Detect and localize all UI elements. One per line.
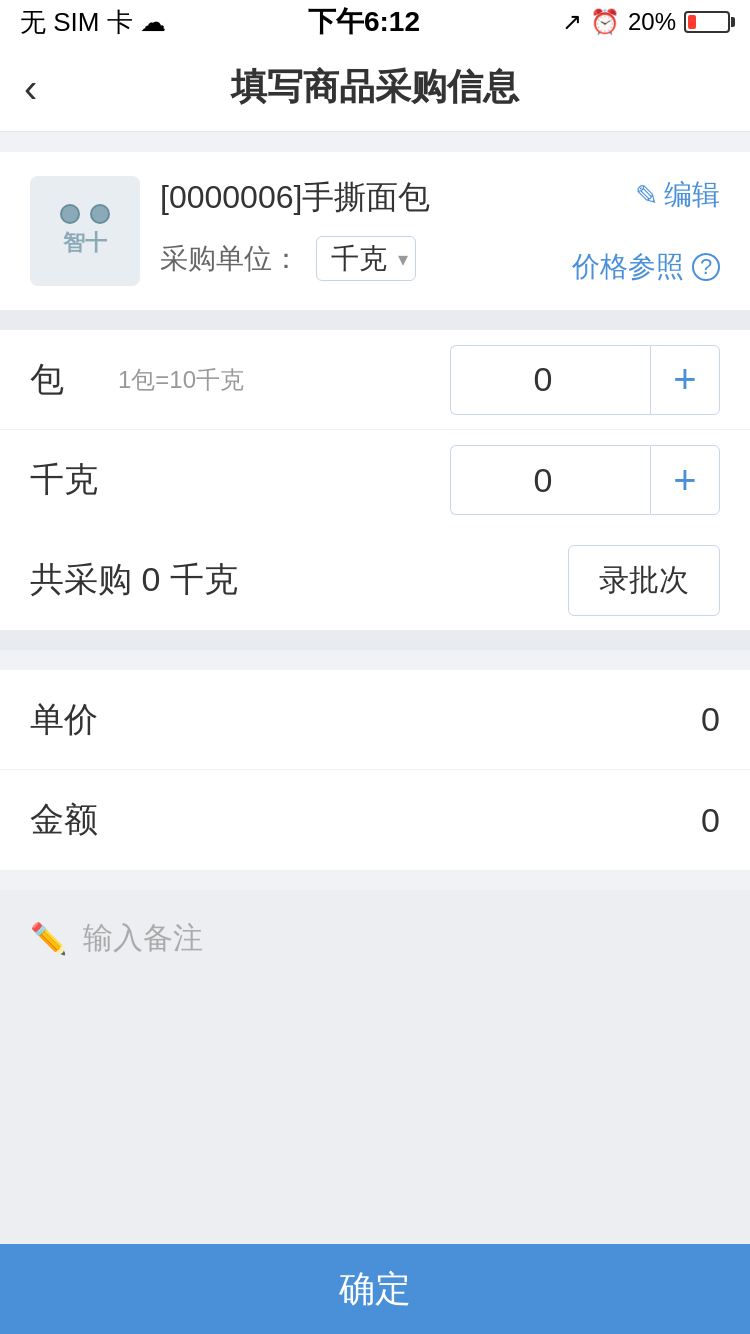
battery-icon	[684, 11, 730, 33]
confirm-label: 确定	[339, 1265, 411, 1314]
owl-eye-left	[60, 204, 80, 224]
summary-text: 共采购 0 千克	[30, 557, 238, 603]
qty-kg-input[interactable]	[450, 445, 650, 515]
amount-row: 金额 0	[0, 770, 750, 870]
location-icon: ↗	[562, 8, 582, 36]
quantity-section: 包 1包=10千克 + 千克 +	[0, 330, 750, 530]
summary-row: 共采购 0 千克 录批次	[0, 530, 750, 630]
note-placeholder: 输入备注	[83, 918, 203, 959]
note-section[interactable]: ✏️ 输入备注	[0, 890, 750, 987]
edit-icon: ✎	[635, 179, 658, 212]
pencil-icon: ✏️	[30, 921, 67, 956]
alarm-icon: ⏰	[590, 8, 620, 36]
price-label: 单价	[30, 697, 98, 743]
help-icon: ?	[692, 253, 720, 281]
status-bar: 无 SIM 卡 ☁ 下午6:12 ↗ ⏰ 20%	[0, 0, 750, 44]
unit-label: 采购单位：	[160, 240, 300, 278]
product-logo: 智十	[45, 191, 125, 271]
sim-status: 无 SIM 卡 ☁	[20, 5, 166, 40]
page-title: 填写商品采购信息	[231, 63, 519, 112]
qty-kg-wrapper: +	[450, 445, 720, 515]
sublabel-bao: 1包=10千克	[118, 364, 244, 396]
owl-eye-right	[90, 204, 110, 224]
status-time: 下午6:12	[308, 3, 420, 41]
logo-text: 智十	[63, 228, 107, 258]
edit-button[interactable]: ✎ 编辑	[635, 176, 720, 214]
amount-label: 金额	[30, 797, 98, 843]
price-value: 0	[701, 700, 720, 739]
batch-button[interactable]: 录批次	[568, 545, 720, 616]
amount-value: 0	[701, 801, 720, 840]
price-ref-button[interactable]: 价格参照 ?	[572, 248, 720, 286]
quantity-row-bao: 包 1包=10千克 +	[0, 330, 750, 430]
qty-bao-plus[interactable]: +	[650, 345, 720, 415]
section-divider-1	[0, 310, 750, 330]
nav-bar: ‹ 填写商品采购信息	[0, 44, 750, 132]
status-right: ↗ ⏰ 20%	[562, 8, 730, 36]
content-area	[0, 987, 750, 1287]
qty-kg-plus[interactable]: +	[650, 445, 720, 515]
confirm-button[interactable]: 确定	[0, 1244, 750, 1334]
price-row: 单价 0	[0, 670, 750, 770]
unit-select[interactable]: 千克 包	[316, 236, 416, 281]
unit-select-wrapper[interactable]: 千克 包	[316, 236, 416, 281]
product-thumbnail: 智十	[30, 176, 140, 286]
qty-bao-wrapper: +	[450, 345, 720, 415]
back-button[interactable]: ‹	[24, 68, 37, 108]
battery-percent: 20%	[628, 8, 676, 36]
quantity-row-kg: 千克 +	[0, 430, 750, 530]
label-bao: 包	[30, 357, 110, 403]
info-section: 单价 0 金额 0	[0, 670, 750, 870]
status-left: 无 SIM 卡 ☁	[20, 5, 166, 40]
qty-bao-input[interactable]	[450, 345, 650, 415]
edit-label: 编辑	[664, 176, 720, 214]
price-ref-label: 价格参照	[572, 248, 684, 286]
section-divider-2	[0, 630, 750, 650]
product-card: 智十 [0000006]手撕面包 采购单位： 千克 包 ✎ 编辑 价格参照	[0, 152, 750, 310]
label-kg: 千克	[30, 457, 110, 503]
